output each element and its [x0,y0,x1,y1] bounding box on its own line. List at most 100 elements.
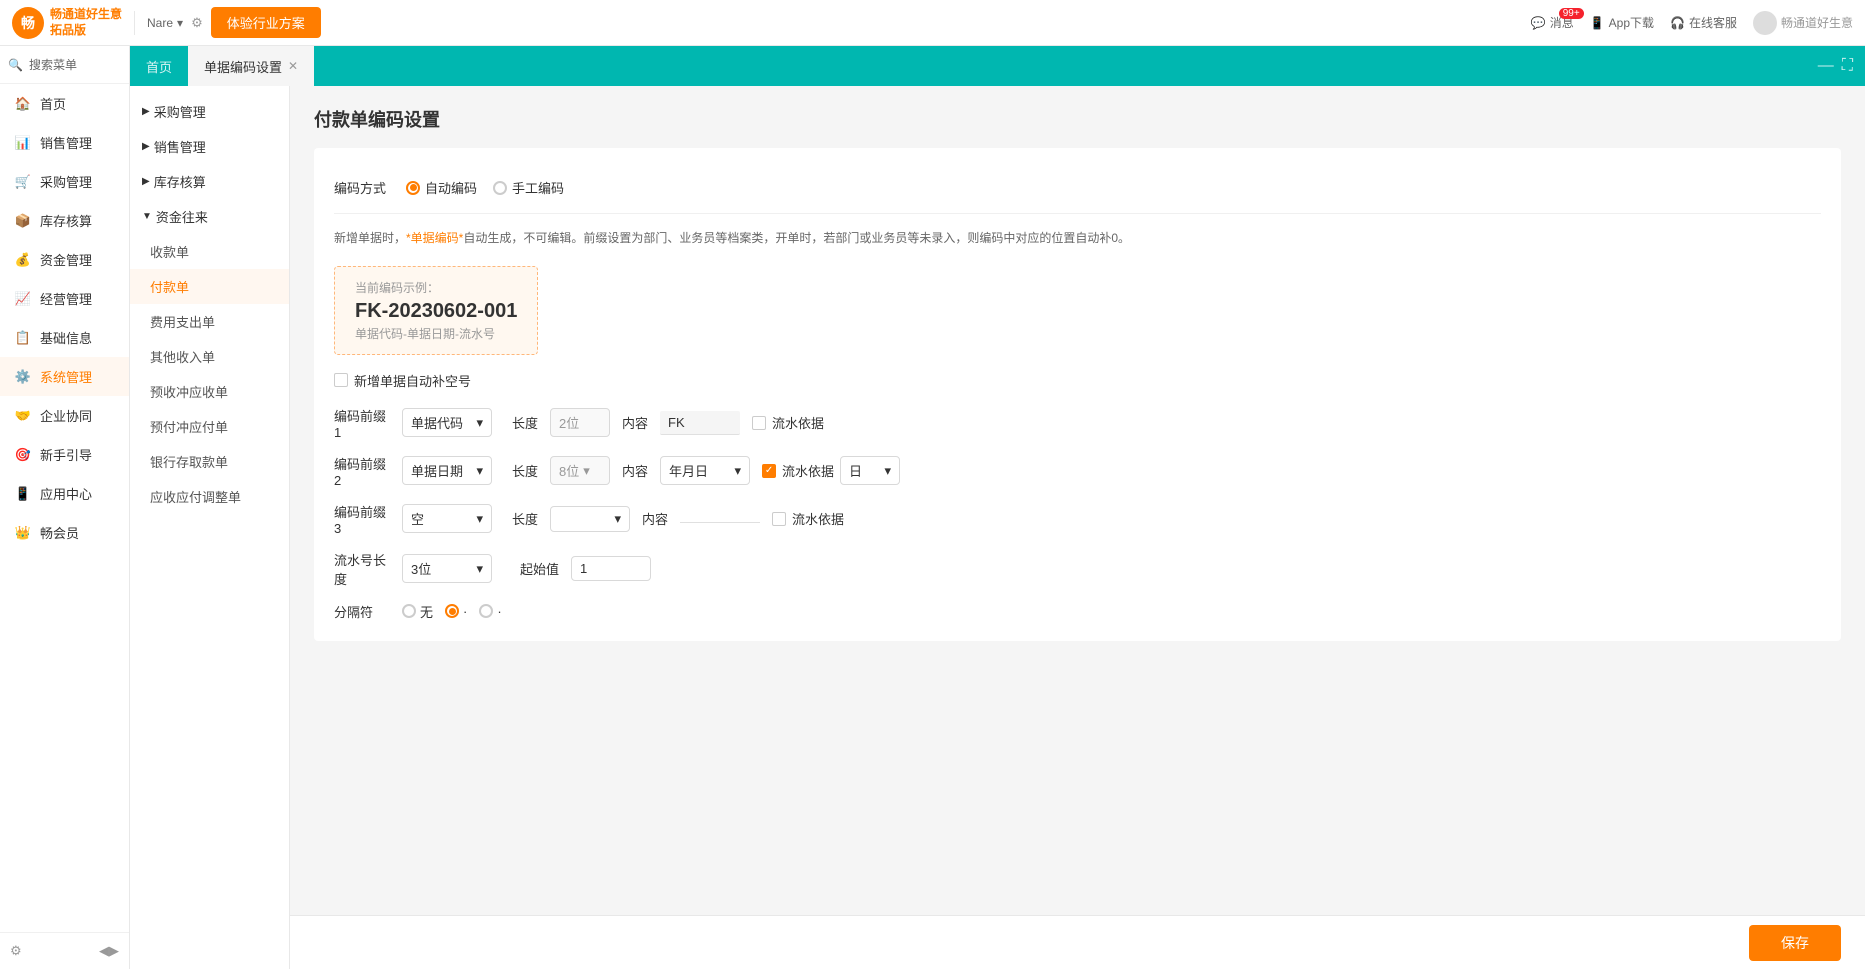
sidebar-item-operation[interactable]: 📈 经营管理 [0,279,129,318]
sub-header-inventory[interactable]: ▶ 库存核算 [130,164,289,199]
sidebar-item-member[interactable]: 👑 畅会员 [0,513,129,552]
sub-header-finance[interactable]: ▼ 资金往来 [130,199,289,234]
user-icon [1753,11,1777,35]
chevron-down-prefix2: ▾ [476,463,483,479]
manual-radio-circle [493,181,507,195]
settings-icon[interactable]: ⚙ [191,15,203,31]
sub-item-other-income[interactable]: 其他收入单 [130,339,289,374]
sidebar-bottom: ⚙ ◀▶ [0,932,129,969]
serial-length-label: 流水号长度 [334,550,390,588]
sidebar-menu: 🏠 首页 📊 销售管理 🛒 采购管理 📦 库存核算 💰 资金管理 📈 经 [0,84,129,932]
company-selector[interactable]: Nare ▾ [147,16,183,30]
message-button[interactable]: 💬 消息 99+ [1531,14,1574,31]
top-bar-right: 💬 消息 99+ 📱 App下载 🎧 在线客服 畅通道好生意 [1531,11,1853,35]
stream2-checkbox[interactable]: ✓ [762,464,776,478]
sub-item-payment[interactable]: 付款单 [130,269,289,304]
auto-fill-checkbox[interactable] [334,373,348,387]
length2-input: 8位 ▾ [550,456,610,485]
prefix2-label: 编码前缀2 [334,454,390,488]
sidebar-item-enterprise[interactable]: 🤝 企业协同 [0,396,129,435]
app-download-button[interactable]: 📱 App下载 [1590,14,1654,31]
serial-length-select[interactable]: 3位 ▾ [402,554,492,583]
stream3-checkbox[interactable] [772,512,786,526]
page-title: 付款单编码设置 [314,106,1841,132]
manual-encoding-radio[interactable]: 手工编码 [493,178,564,197]
sub-item-ar-ap[interactable]: 应收应付调整单 [130,479,289,514]
member-icon: 👑 [14,524,32,542]
tab-encoding[interactable]: 单据编码设置 ✕ [188,46,314,86]
collapse-icon[interactable]: ◀▶ [99,943,119,959]
prefix3-select[interactable]: 空 ▾ [402,504,492,533]
sub-item-bank-deposit[interactable]: 银行存取款单 [130,444,289,479]
message-badge: 99+ [1559,8,1584,19]
prefix2-select[interactable]: 单据日期 ▾ [402,456,492,485]
info-text: 新增单据时，*单据编码*自动生成，不可编辑。前缀设置为部门、业务员等档案类，开单… [334,228,1821,250]
start-value-input[interactable]: 1 [571,556,651,581]
length3-select[interactable]: ▾ [550,506,630,532]
encoding-method-label: 编码方式 [334,178,386,197]
sub-header-sales[interactable]: ▶ 销售管理 [130,129,289,164]
purchase-icon: 🛒 [14,173,32,191]
tab-expand-icon[interactable]: ⛶ [1842,57,1853,75]
sub-item-advance-receipt[interactable]: 预收冲应收单 [130,374,289,409]
sidebar-item-system[interactable]: ⚙️ 系统管理 [0,357,129,396]
chevron-down-serial: ▾ [476,561,483,577]
sidebar-item-purchase[interactable]: 🛒 采购管理 [0,162,129,201]
logo-icon: 畅 [12,7,44,39]
search-icon: 🔍 [8,58,23,72]
content1-value: FK [660,411,740,435]
example-code: FK-20230602-001 [355,300,517,323]
content3-value [680,514,760,523]
user-avatar[interactable]: 畅通道好生意 [1753,11,1853,35]
settings-bottom-icon[interactable]: ⚙ [10,943,22,959]
chevron-right-icon: ▶ [142,106,150,117]
sidebar-item-finance[interactable]: 💰 资金管理 [0,240,129,279]
stream2-group: ✓ 流水依据 日 ▾ [762,456,900,485]
trial-button[interactable]: 体验行业方案 [211,7,321,38]
sep-dash-radio[interactable]: · [479,604,501,619]
chevron-down-icon2: ▼ [142,211,152,222]
footer-bar: 保存 [290,915,1865,969]
example-box: 当前编码示例： FK-20230602-001 单据代码-单据日期-流水号 [334,266,538,355]
prefix1-select[interactable]: 单据代码 ▾ [402,408,492,437]
sidebar-item-basic[interactable]: 📋 基础信息 [0,318,129,357]
sub-item-expense[interactable]: 费用支出单 [130,304,289,339]
sidebar-item-sales[interactable]: 📊 销售管理 [0,123,129,162]
chevron-down-prefix1: ▾ [476,415,483,431]
prefix1-label: 编码前缀1 [334,406,390,440]
stream2-select[interactable]: 日 ▾ [840,456,900,485]
tab-minimize-icon[interactable]: — [1818,57,1834,75]
stream1-checkbox[interactable] [752,416,766,430]
tab-bar: 首页 单据编码设置 ✕ — ⛶ [130,46,1865,86]
tab-home[interactable]: 首页 [130,46,188,86]
sub-item-receipt[interactable]: 收款单 [130,234,289,269]
sidebar-item-app-center[interactable]: 📱 应用中心 [0,474,129,513]
content2-select[interactable]: 年月日 ▾ [660,456,750,485]
content3-label: 内容 [642,509,668,528]
radio-group: 自动编码 手工编码 [406,178,564,197]
sub-group-sales: ▶ 销售管理 [130,129,289,164]
online-service-button[interactable]: 🎧 在线客服 [1670,14,1737,31]
search-menu[interactable]: 🔍 搜索菜单 [0,46,129,84]
chevron-down-icon: ▾ [177,16,183,30]
top-bar-divider [134,11,135,35]
sep-dot-radio[interactable]: · [445,604,467,619]
length1-label: 长度 [512,413,538,432]
sidebar-item-home[interactable]: 🏠 首页 [0,84,129,123]
content2-label: 内容 [622,461,648,480]
sidebar-item-inventory[interactable]: 📦 库存核算 [0,201,129,240]
tab-close-icon[interactable]: ✕ [288,59,298,73]
chevron-right-icon2: ▶ [142,141,150,152]
separator-row: 分隔符 无 · · [334,602,1821,621]
sidebar-item-newbie[interactable]: 🎯 新手引导 [0,435,129,474]
chevron-down-content2: ▾ [735,463,742,479]
save-button[interactable]: 保存 [1749,925,1841,961]
auto-encoding-radio[interactable]: 自动编码 [406,178,477,197]
sub-header-purchase[interactable]: ▶ 采购管理 [130,94,289,129]
logo-text: 畅通道好生意 拓品版 [50,7,122,38]
sub-item-advance-payment[interactable]: 预付冲应付单 [130,409,289,444]
prefix-row-2: 编码前缀2 单据日期 ▾ 长度 8位 ▾ 内容 [334,454,1821,488]
sep-none-radio[interactable]: 无 [402,602,433,621]
home-icon: 🏠 [14,95,32,113]
sub-group-inventory: ▶ 库存核算 [130,164,289,199]
